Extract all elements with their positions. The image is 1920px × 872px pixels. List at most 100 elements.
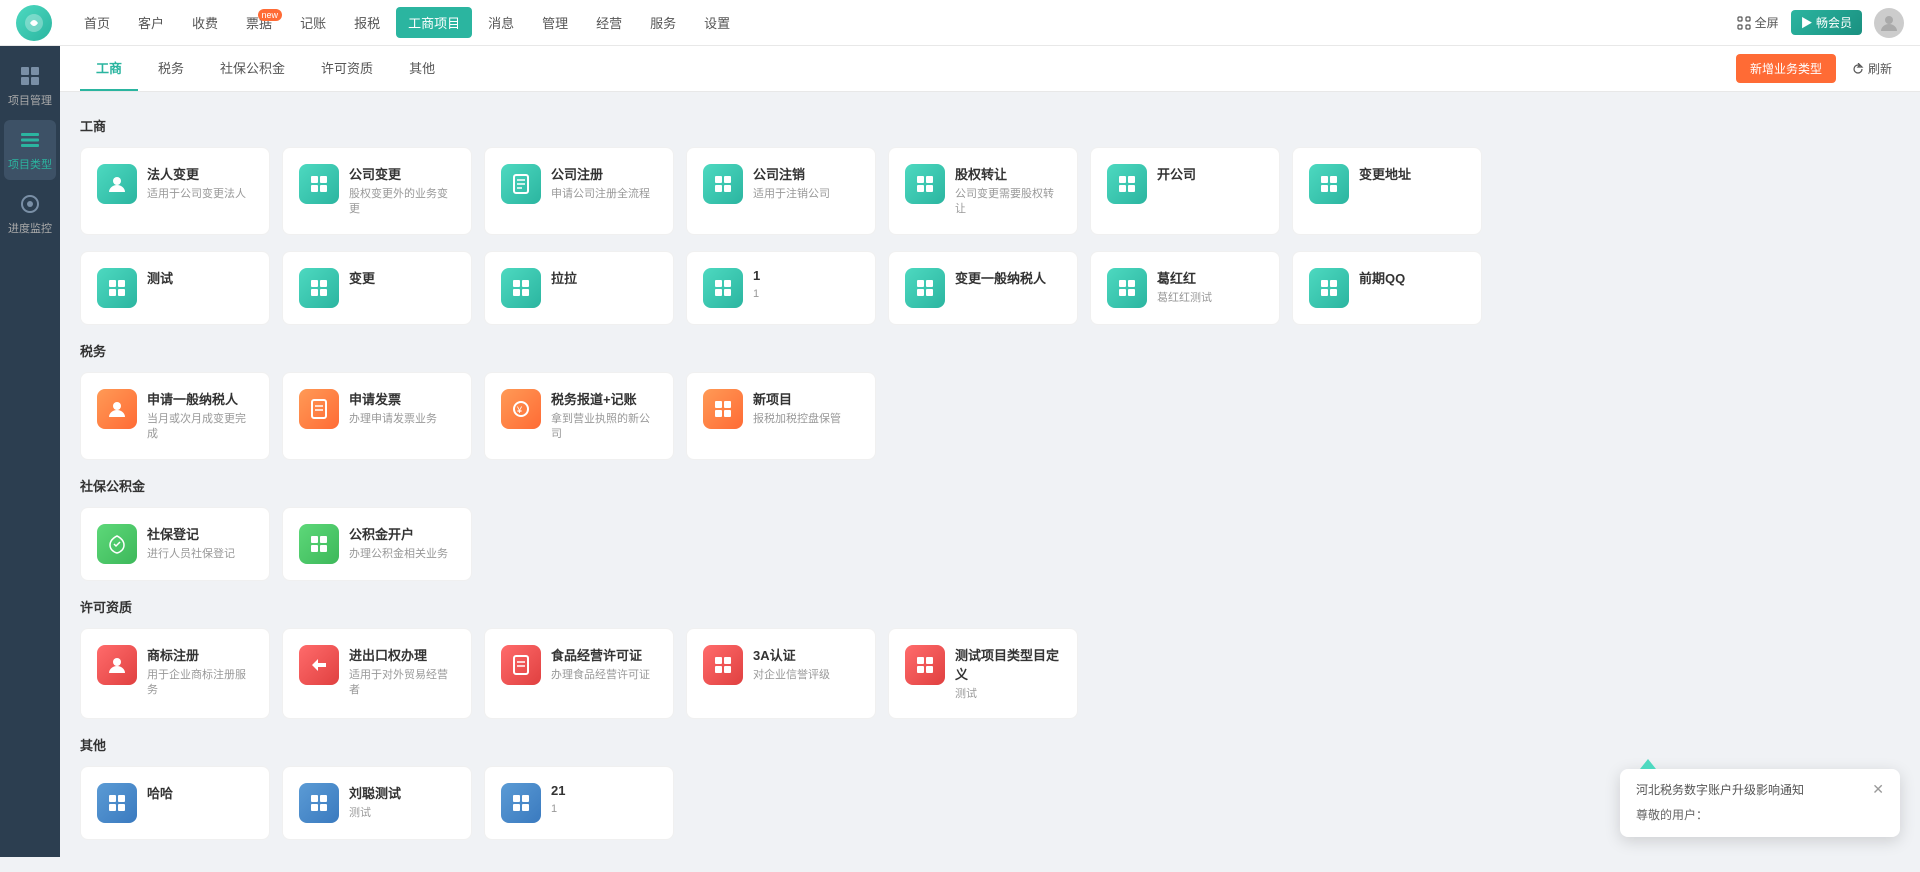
card-food-license[interactable]: 食品经营许可证 办理食品经营许可证 bbox=[484, 628, 674, 719]
card-social-insurance[interactable]: 社保登记 进行人员社保登记 bbox=[80, 507, 270, 581]
guhong-title: 葛红红 bbox=[1157, 268, 1263, 287]
3a-cert-title: 3A认证 bbox=[753, 645, 859, 664]
notification-popup: 河北税务数字账户升级影响通知 ✕ 尊敬的用户： bbox=[1620, 769, 1900, 837]
haha-title: 哈哈 bbox=[147, 783, 253, 802]
card-tax-report[interactable]: ¥ 税务报道+记账 拿到营业执照的新公司 bbox=[484, 372, 674, 460]
card-change-address[interactable]: 变更地址 bbox=[1292, 147, 1482, 235]
card-apply-taxpayer[interactable]: 申请一般纳税人 当月或次月成变更完成 bbox=[80, 372, 270, 460]
nav-item-bookkeeping[interactable]: 记账 bbox=[288, 7, 338, 38]
card-liu-test[interactable]: 刘聪测试 测试 bbox=[282, 766, 472, 840]
tab-gongshang[interactable]: 工商 bbox=[80, 46, 138, 91]
sidebar-item-progress[interactable]: 进度监控 bbox=[4, 184, 56, 244]
apply-taxpayer-icon bbox=[97, 389, 137, 429]
card-lala[interactable]: 拉拉 bbox=[484, 251, 674, 325]
card-equity-transfer[interactable]: 股权转让 公司变更需要股权转让 bbox=[888, 147, 1078, 235]
3a-cert-icon bbox=[703, 645, 743, 685]
haha-icon bbox=[97, 783, 137, 823]
import-export-icon bbox=[299, 645, 339, 685]
open-company-info: 开公司 bbox=[1157, 164, 1263, 187]
apply-taxpayer-title: 申请一般纳税人 bbox=[147, 389, 253, 408]
equity-transfer-desc: 公司变更需要股权转让 bbox=[955, 187, 1061, 218]
section-title-tax: 税务 bbox=[80, 341, 1900, 360]
test-info: 测试 bbox=[147, 268, 253, 291]
liu-test-title: 刘聪测试 bbox=[349, 783, 455, 802]
card-new-project[interactable]: 新项目 报税加税控盘保管 bbox=[686, 372, 876, 460]
card-legal-change[interactable]: 法人变更 适用于公司变更法人 bbox=[80, 147, 270, 235]
card-3a-cert[interactable]: 3A认证 对企业信誉评级 bbox=[686, 628, 876, 719]
nav-item-bill[interactable]: 票据 new bbox=[234, 7, 284, 38]
trademark-info: 商标注册 用于企业商标注册服务 bbox=[147, 645, 253, 699]
nav-item-gongshang[interactable]: 工商项目 bbox=[396, 7, 472, 38]
section-title-gongshang: 工商 bbox=[80, 116, 1900, 135]
apply-taxpayer-desc: 当月或次月成变更完成 bbox=[147, 412, 253, 443]
card-company-change[interactable]: 公司变更 股权变更外的业务变更 bbox=[282, 147, 472, 235]
test-type-info: 测试项目类型目定义 测试 bbox=[955, 645, 1061, 702]
tab-shebao[interactable]: 社保公积金 bbox=[204, 46, 301, 91]
open-company-icon bbox=[1107, 164, 1147, 204]
legal-change-info: 法人变更 适用于公司变更法人 bbox=[147, 164, 253, 202]
nav-item-settings[interactable]: 设置 bbox=[692, 7, 742, 38]
card-one[interactable]: 1 1 bbox=[686, 251, 876, 325]
card-company-cancel[interactable]: 公司注销 适用于注销公司 bbox=[686, 147, 876, 235]
card-provident-fund[interactable]: 公积金开户 办理公积金相关业务 bbox=[282, 507, 472, 581]
tax-report-desc: 拿到营业执照的新公司 bbox=[551, 412, 657, 443]
company-cancel-desc: 适用于注销公司 bbox=[753, 187, 859, 202]
change-taxpayer-title: 变更一般纳税人 bbox=[955, 268, 1061, 287]
card-test-type[interactable]: 测试项目类型目定义 测试 bbox=[888, 628, 1078, 719]
nav-item-manage[interactable]: 管理 bbox=[530, 7, 580, 38]
import-export-desc: 适用于对外贸易经营者 bbox=[349, 668, 455, 699]
test-type-icon bbox=[905, 645, 945, 685]
3a-cert-desc: 对企业信誉评级 bbox=[753, 668, 859, 683]
notification-close-button[interactable]: ✕ bbox=[1872, 781, 1884, 798]
card-change-taxpayer[interactable]: 变更一般纳税人 bbox=[888, 251, 1078, 325]
card-import-export[interactable]: 进出口权办理 适用于对外贸易经营者 bbox=[282, 628, 472, 719]
social-insurance-icon bbox=[97, 524, 137, 564]
sidebar-label-project-mgmt: 项目管理 bbox=[8, 92, 52, 108]
nav-item-tax[interactable]: 报税 bbox=[342, 7, 392, 38]
vip-button[interactable]: ▶ 畅会员 bbox=[1791, 10, 1862, 35]
nav-item-fee[interactable]: 收费 bbox=[180, 7, 230, 38]
user-avatar[interactable] bbox=[1874, 8, 1904, 38]
card-haha[interactable]: 哈哈 bbox=[80, 766, 270, 840]
bill-badge: new bbox=[258, 9, 283, 21]
card-trademark[interactable]: 商标注册 用于企业商标注册服务 bbox=[80, 628, 270, 719]
tab-xuke[interactable]: 许可资质 bbox=[305, 46, 389, 91]
legal-change-icon bbox=[97, 164, 137, 204]
card-change[interactable]: 变更 bbox=[282, 251, 472, 325]
change-title: 变更 bbox=[349, 268, 455, 287]
trademark-title: 商标注册 bbox=[147, 645, 253, 664]
food-license-icon bbox=[501, 645, 541, 685]
card-guhong[interactable]: 葛红红 葛红红测试 bbox=[1090, 251, 1280, 325]
company-register-icon bbox=[501, 164, 541, 204]
twenty-one-desc: 1 bbox=[551, 802, 657, 817]
card-open-company[interactable]: 开公司 bbox=[1090, 147, 1280, 235]
card-twenty-one[interactable]: 21 1 bbox=[484, 766, 674, 840]
nav-item-operation[interactable]: 经营 bbox=[584, 7, 634, 38]
apply-invoice-info: 申请发票 办理申请发票业务 bbox=[349, 389, 455, 427]
card-test[interactable]: 测试 bbox=[80, 251, 270, 325]
tab-other[interactable]: 其他 bbox=[393, 46, 451, 91]
card-company-register[interactable]: 公司注册 申请公司注册全流程 bbox=[484, 147, 674, 235]
sidebar-item-project-mgmt[interactable]: 项目管理 bbox=[4, 56, 56, 116]
refresh-button[interactable]: 刷新 bbox=[1844, 54, 1900, 83]
new-type-button[interactable]: 新增业务类型 bbox=[1736, 54, 1836, 83]
one-title: 1 bbox=[753, 268, 859, 283]
sidebar-label-project-type: 项目类型 bbox=[8, 156, 52, 172]
card-front-qq[interactable]: 前期QQ bbox=[1292, 251, 1482, 325]
twenty-one-icon bbox=[501, 783, 541, 823]
fullscreen-button[interactable]: 全屏 bbox=[1737, 14, 1779, 31]
card-apply-invoice[interactable]: 申请发票 办理申请发票业务 bbox=[282, 372, 472, 460]
nav-item-customer[interactable]: 客户 bbox=[126, 7, 176, 38]
nav-item-message[interactable]: 消息 bbox=[476, 7, 526, 38]
project-mgmt-icon bbox=[18, 64, 42, 88]
sidebar-item-project-type[interactable]: 项目类型 bbox=[4, 120, 56, 180]
nav-item-home[interactable]: 首页 bbox=[72, 7, 122, 38]
nav-item-service[interactable]: 服务 bbox=[638, 7, 688, 38]
change-address-icon bbox=[1309, 164, 1349, 204]
import-export-title: 进出口权办理 bbox=[349, 645, 455, 664]
import-export-info: 进出口权办理 适用于对外贸易经营者 bbox=[349, 645, 455, 699]
apply-invoice-title: 申请发票 bbox=[349, 389, 455, 408]
provident-fund-icon bbox=[299, 524, 339, 564]
company-cancel-title: 公司注销 bbox=[753, 164, 859, 183]
tab-tax[interactable]: 税务 bbox=[142, 46, 200, 91]
